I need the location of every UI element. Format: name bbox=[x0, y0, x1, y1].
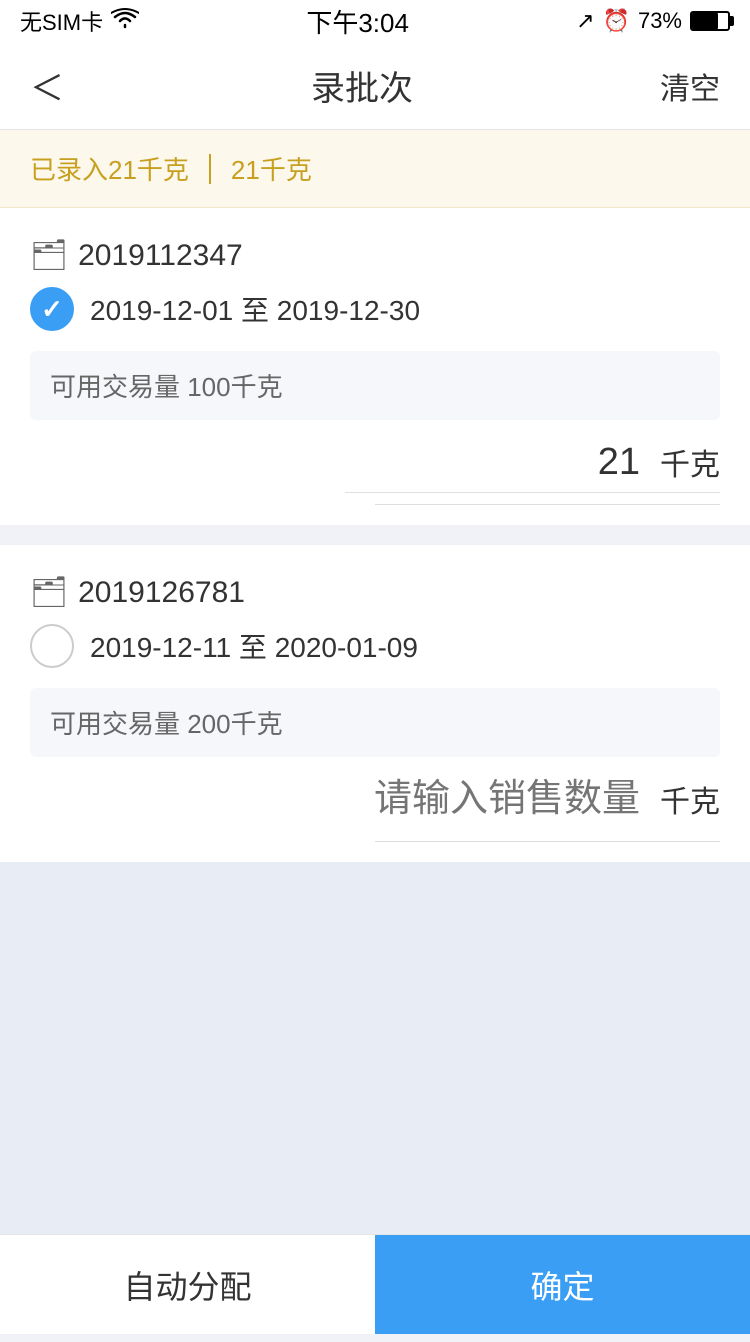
nav-bar: ＜ 录批次 清空 bbox=[0, 42, 750, 130]
batch1-date: 2019-12-01 至 2019-12-30 bbox=[90, 289, 420, 329]
status-time: 下午3:04 bbox=[306, 3, 409, 40]
batch1-checkbox[interactable] bbox=[30, 287, 74, 331]
batch1-quantity-unit: 千克 bbox=[660, 440, 720, 484]
back-button[interactable]: ＜ bbox=[30, 61, 64, 110]
alarm-icon: ⏰ bbox=[603, 8, 630, 34]
status-bar: 无SIM卡 下午3:04 ↗ ⏰ 73% bbox=[0, 0, 750, 42]
batch1-quantity-row: 21 千克 bbox=[30, 420, 720, 504]
carrier-text: 无SIM卡 bbox=[20, 5, 103, 37]
batch2-checkbox[interactable] bbox=[30, 624, 74, 668]
empty-area bbox=[0, 862, 750, 1242]
batch1-availability: 可用交易量 100千克 bbox=[50, 372, 283, 402]
clear-button[interactable]: 清空 bbox=[660, 64, 720, 108]
batch1-card: 🗂 2019112347 2019-12-01 至 2019-12-30 可用交… bbox=[0, 208, 750, 525]
batch2-quantity-unit: 千克 bbox=[660, 777, 720, 821]
batch1-id-row: 🗂 2019112347 bbox=[30, 238, 720, 273]
batch2-card: 🗂 2019126781 2019-12-11 至 2020-01-09 可用交… bbox=[0, 545, 750, 862]
info-banner: 已录入21千克 21千克 bbox=[0, 130, 750, 208]
batch1-divider bbox=[345, 492, 720, 493]
batch2-date-row[interactable]: 2019-12-11 至 2020-01-09 bbox=[30, 624, 720, 668]
batch1-id: 2019112347 bbox=[78, 239, 243, 273]
recorded-amount: 已录入21千克 bbox=[30, 150, 189, 187]
confirm-button[interactable]: 确定 bbox=[375, 1235, 750, 1334]
batch2-id: 2019126781 bbox=[78, 576, 245, 610]
status-left: 无SIM卡 bbox=[20, 5, 139, 37]
batch1-icon: 🗂 bbox=[30, 238, 68, 273]
wifi-icon bbox=[111, 7, 139, 35]
batch2-availability: 可用交易量 200千克 bbox=[50, 709, 283, 739]
batch1-quantity-value[interactable]: 21 bbox=[598, 441, 640, 484]
confirm-label: 确定 bbox=[530, 1262, 594, 1308]
batch2-icon: 🗂 bbox=[30, 575, 68, 610]
batch1-date-row[interactable]: 2019-12-01 至 2019-12-30 bbox=[30, 287, 720, 331]
status-right: ↗ ⏰ 73% bbox=[576, 8, 730, 34]
page-title: 录批次 bbox=[311, 61, 413, 110]
card-separator-1 bbox=[0, 525, 750, 545]
auto-distribute-button[interactable]: 自动分配 bbox=[0, 1235, 375, 1334]
batch2-underline bbox=[375, 841, 720, 842]
batch1-availability-box: 可用交易量 100千克 bbox=[30, 351, 720, 420]
batch2-quantity-input[interactable] bbox=[340, 778, 640, 821]
location-icon: ↗ bbox=[576, 8, 594, 34]
batch2-availability-box: 可用交易量 200千克 bbox=[30, 688, 720, 757]
batch2-quantity-row: 千克 bbox=[30, 757, 720, 841]
battery-icon bbox=[690, 11, 730, 31]
batch1-underline bbox=[375, 504, 720, 505]
battery-percent: 73% bbox=[638, 8, 682, 34]
batch2-id-row: 🗂 2019126781 bbox=[30, 575, 720, 610]
auto-distribute-label: 自动分配 bbox=[123, 1262, 251, 1308]
banner-divider bbox=[209, 154, 211, 184]
batch2-date: 2019-12-11 至 2020-01-09 bbox=[90, 626, 418, 666]
bottom-bar: 自动分配 确定 bbox=[0, 1234, 750, 1334]
total-amount: 21千克 bbox=[231, 150, 312, 187]
